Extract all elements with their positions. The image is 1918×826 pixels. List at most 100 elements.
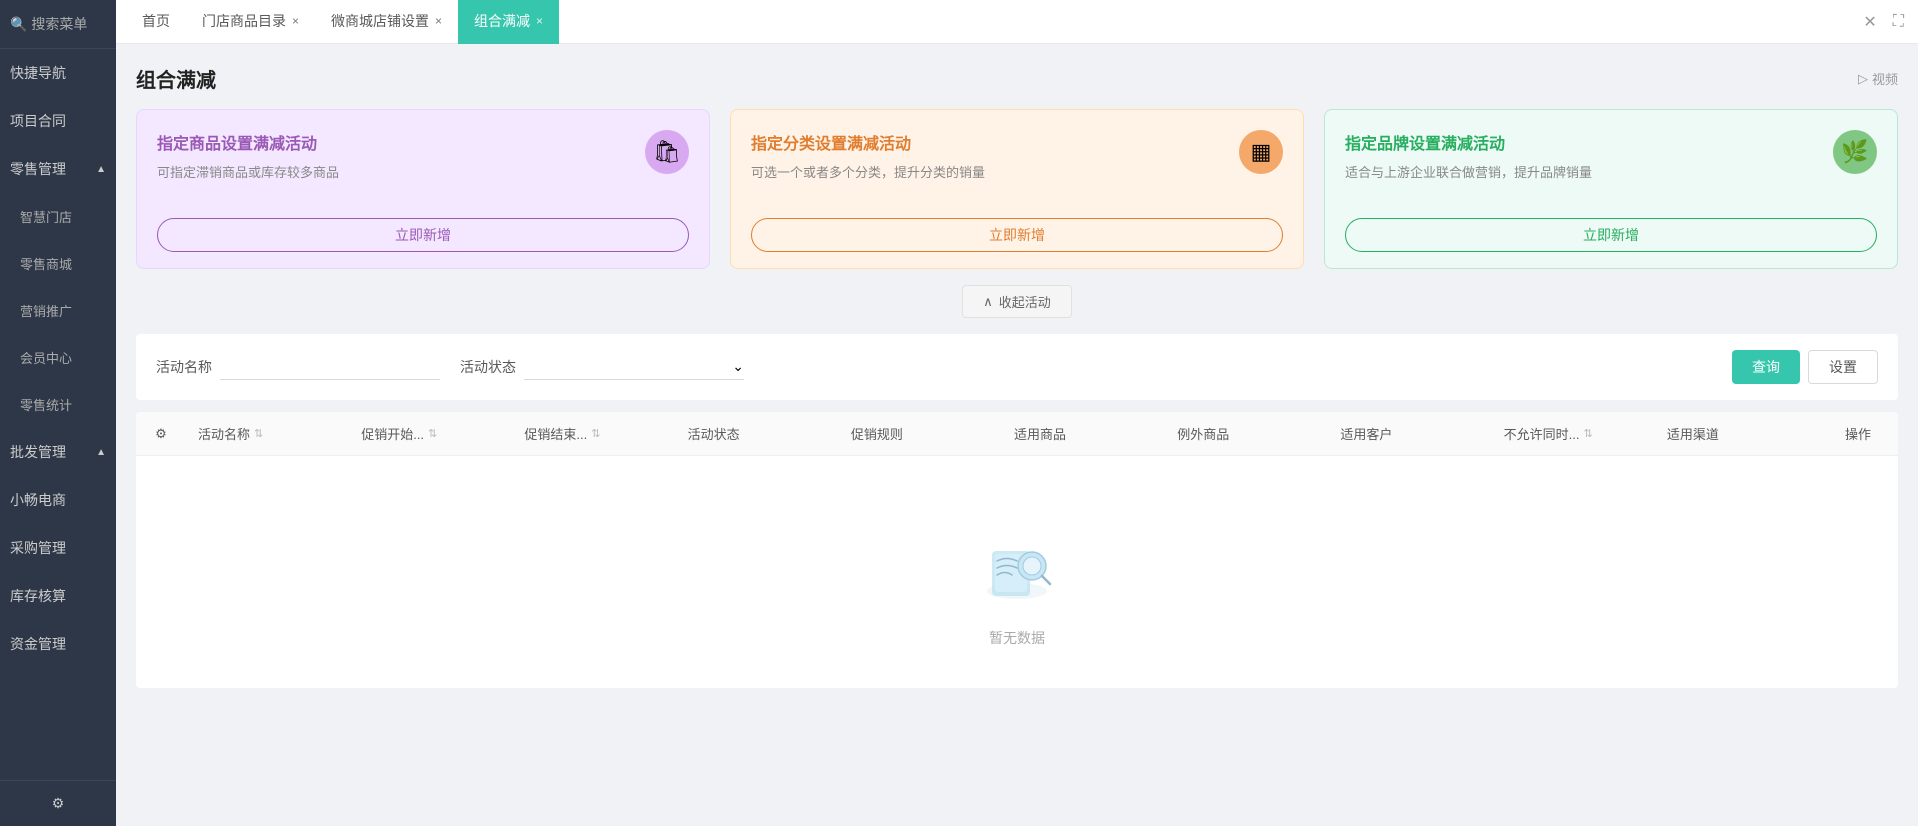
col-no-simultaneous[interactable]: 不允许同时...⇅ <box>1492 424 1655 443</box>
col-applicable-goods: 适用商品 <box>1002 424 1165 443</box>
sidebar-search[interactable]: 🔍 搜索菜单 <box>0 0 116 49</box>
search-icon: 🔍 <box>10 16 27 32</box>
col-label: 活动状态 <box>688 424 740 443</box>
table-header: ⚙活动名称⇅促销开始...⇅促销结束...⇅活动状态促销规则适用商品例外商品适用… <box>136 412 1898 456</box>
col-label: 操作 <box>1845 424 1871 443</box>
table-settings-icon[interactable]: ⚙ <box>155 426 167 442</box>
activity-name-label: 活动名称 <box>156 357 212 377</box>
tab-label: 组合满减 <box>474 0 530 43</box>
sidebar-label: 快捷导航 <box>10 63 66 83</box>
sidebar-item-retail-mall[interactable]: 零售商城 <box>0 240 116 287</box>
tab-wechat-store[interactable]: 微商城店铺设置× <box>315 0 458 44</box>
tab-label: 门店商品目录 <box>202 0 286 43</box>
col-label: 促销结束... <box>524 424 587 443</box>
sidebar-label: 会员中心 <box>20 348 72 367</box>
filter-bar: 活动名称 活动状态 ⌄ 查询 设置 <box>136 334 1898 400</box>
tab-close-icon[interactable]: × <box>292 0 299 43</box>
sidebar-item-retail-mgmt[interactable]: 零售管理▲ <box>0 145 116 193</box>
col-promo-start[interactable]: 促销开始... ⇅ <box>349 424 512 443</box>
col-settings: ⚙ <box>136 426 186 442</box>
tab-close-icon[interactable]: × <box>435 0 442 43</box>
goods-card: 指定商品设置满减活动 可指定滞销商品或库存较多商品 🛍 立即新增 <box>136 109 710 269</box>
card-title: 指定商品设置满减活动 <box>157 130 689 154</box>
query-btn[interactable]: 查询 <box>1732 350 1800 384</box>
col-applicable-channel: 适用渠道 <box>1655 424 1818 443</box>
play-icon: ▷ <box>1858 71 1868 87</box>
settings-icon: ⚙ <box>52 795 65 812</box>
close-window-btn[interactable]: ✕ <box>1859 8 1880 36</box>
empty-text: 暂无数据 <box>989 628 1045 648</box>
col-exceptional-goods: 例外商品 <box>1165 424 1328 443</box>
sidebar-label: 资金管理 <box>10 634 66 654</box>
col-label: 适用商品 <box>1014 424 1066 443</box>
sidebar-label: 零售管理 <box>10 159 66 179</box>
empty-state: 暂无数据 <box>136 456 1898 688</box>
sort-icon: ⇅ <box>591 427 600 440</box>
sidebar-item-inventory[interactable]: 库存核算 <box>0 572 116 620</box>
sort-icon: ⇅ <box>1583 427 1592 440</box>
col-label: 活动名称 <box>198 424 250 443</box>
card-icon: ▦ <box>1239 130 1283 174</box>
sidebar-item-retail-stats[interactable]: 零售统计 <box>0 381 116 428</box>
col-label: 适用客户 <box>1340 424 1392 443</box>
card-add-btn[interactable]: 立即新增 <box>157 218 689 252</box>
sidebar: 🔍 搜索菜单 快捷导航项目合同零售管理▲智慧门店零售商城营销推广会员中心零售统计… <box>0 0 116 826</box>
sidebar-label: 批发管理 <box>10 442 66 462</box>
tab-bar: 首页门店商品目录×微商城店铺设置×组合满减× ✕ ⛶ <box>116 0 1918 44</box>
setting-btn[interactable]: 设置 <box>1808 350 1878 384</box>
page-title: 组合满减 <box>136 64 216 93</box>
col-label: 例外商品 <box>1177 424 1229 443</box>
sidebar-item-ecommerce[interactable]: 小畅电商 <box>0 476 116 524</box>
sort-icon: ⇅ <box>428 427 437 440</box>
col-activity-name[interactable]: 活动名称 ⇅ <box>186 424 349 443</box>
sidebar-item-project-contract[interactable]: 项目合同 <box>0 97 116 145</box>
page-header: 组合满减 ▷ 视频 <box>136 64 1898 93</box>
sidebar-label: 库存核算 <box>10 586 66 606</box>
activity-status-label: 活动状态 <box>460 357 516 377</box>
col-promo-end[interactable]: 促销结束... ⇅ <box>512 424 675 443</box>
collapse-activities-btn[interactable]: ∧ 收起活动 <box>962 285 1072 318</box>
card-add-btn[interactable]: 立即新增 <box>751 218 1283 252</box>
expand-arrow-icon: ▲ <box>96 447 106 458</box>
activity-status-filter: 活动状态 ⌄ <box>460 354 744 380</box>
sidebar-item-purchase-mgmt[interactable]: 采购管理 <box>0 524 116 572</box>
sidebar-label: 采购管理 <box>10 538 66 558</box>
tab-combo-discount[interactable]: 组合满减× <box>458 0 559 44</box>
card-icon: 🛍 <box>645 130 689 174</box>
video-link[interactable]: ▷ 视频 <box>1858 69 1898 88</box>
sidebar-item-member-center[interactable]: 会员中心 <box>0 334 116 381</box>
empty-illustration <box>967 516 1067 616</box>
sidebar-item-finance[interactable]: 资金管理 <box>0 620 116 668</box>
sort-icon: ⇅ <box>254 427 263 440</box>
card-icon: 🌿 <box>1833 130 1877 174</box>
maximize-window-btn[interactable]: ⛶ <box>1889 9 1908 35</box>
sidebar-settings-btn[interactable]: ⚙ <box>0 780 116 826</box>
tab-label: 微商城店铺设置 <box>331 0 429 43</box>
sidebar-label: 营销推广 <box>20 301 72 320</box>
sidebar-label: 零售商城 <box>20 254 72 273</box>
col-applicable-customer: 适用客户 <box>1328 424 1491 443</box>
card-title: 指定品牌设置满减活动 <box>1345 130 1877 154</box>
sidebar-item-smart-store[interactable]: 智慧门店 <box>0 193 116 240</box>
chevron-down-icon: ⌄ <box>732 358 744 375</box>
tab-close-icon[interactable]: × <box>536 0 543 43</box>
sidebar-item-wholesale-mgmt[interactable]: 批发管理 ▲ <box>0 428 116 476</box>
activity-cards: 指定商品设置满减活动 可指定滞销商品或库存较多商品 🛍 立即新增 指定分类设置满… <box>136 109 1898 269</box>
card-desc: 可选一个或者多个分类，提升分类的销量 <box>751 162 1283 202</box>
sidebar-item-marketing[interactable]: 营销推广 <box>0 287 116 334</box>
data-table: ⚙活动名称⇅促销开始...⇅促销结束...⇅活动状态促销规则适用商品例外商品适用… <box>136 412 1898 688</box>
col-activity-status: 活动状态 <box>676 424 839 443</box>
activity-name-input[interactable] <box>220 355 440 380</box>
tab-store-catalog[interactable]: 门店商品目录× <box>186 0 315 44</box>
card-desc: 适合与上游企业联合做营销，提升品牌销量 <box>1345 162 1877 202</box>
sidebar-label: 零售统计 <box>20 395 72 414</box>
card-add-btn[interactable]: 立即新增 <box>1345 218 1877 252</box>
sidebar-item-quick-nav[interactable]: 快捷导航 <box>0 49 116 97</box>
tab-home[interactable]: 首页 <box>126 0 186 44</box>
col-label: 促销开始... <box>361 424 424 443</box>
tab-bar-actions: ✕ ⛶ <box>1859 8 1908 36</box>
tab-label: 首页 <box>142 0 170 43</box>
card-desc: 可指定滞销商品或库存较多商品 <box>157 162 689 202</box>
category-card: 指定分类设置满减活动 可选一个或者多个分类，提升分类的销量 ▦ 立即新增 <box>730 109 1304 269</box>
activity-status-select[interactable]: ⌄ <box>524 354 744 380</box>
